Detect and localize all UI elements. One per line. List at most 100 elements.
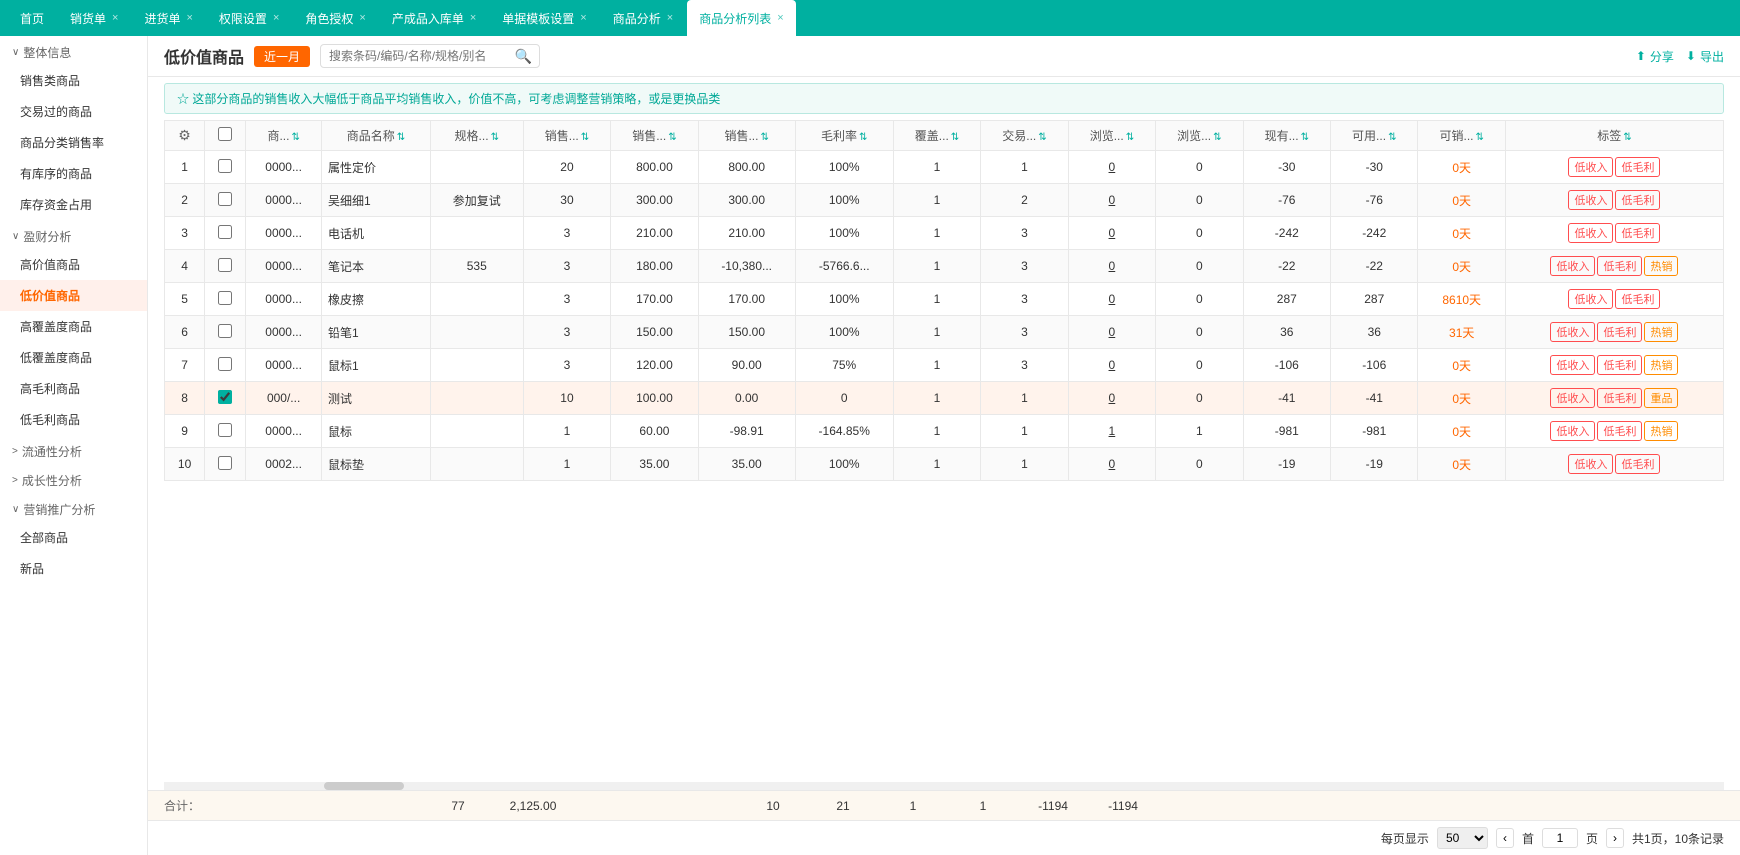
col-available[interactable]: 可用...⇅ [1331,121,1418,151]
view-link[interactable]: 0 [1109,292,1116,306]
next-page-button[interactable]: › [1606,828,1624,848]
close-icon[interactable]: × [580,12,586,24]
close-icon[interactable]: × [359,12,365,24]
row-checkbox-cell[interactable] [205,382,246,415]
sidebar-item-high-coverage[interactable]: 高覆盖度商品 [0,311,147,342]
share-button[interactable]: ⬆ 分享 [1636,48,1674,65]
view-link[interactable]: 0 [1109,391,1116,405]
sidebar-item-high-margin[interactable]: 高毛利商品 [0,373,147,404]
row-checkbox-cell[interactable] [205,151,246,184]
col-gross-rate[interactable]: 毛利率⇅ [795,121,893,151]
row-checkbox[interactable] [218,456,232,470]
row-checkbox-cell[interactable] [205,184,246,217]
view-link[interactable]: 1 [1109,424,1116,438]
col-gear[interactable]: ⚙ [165,121,205,151]
close-icon[interactable]: × [667,12,673,24]
col-trade[interactable]: 交易...⇅ [981,121,1068,151]
sidebar-item-inventory-capital[interactable]: 库存资金占用 [0,189,147,220]
close-icon[interactable]: × [112,12,118,24]
sidebar-group-marketing[interactable]: ∨ 营销推广分析 [0,493,147,522]
row-checkbox[interactable] [218,225,232,239]
first-page-button[interactable]: ‹ [1496,828,1514,848]
row-view1[interactable]: 1 [1068,415,1155,448]
nav-analysis[interactable]: 商品分析 × [601,0,685,36]
row-view1[interactable]: 0 [1068,349,1155,382]
col-view2[interactable]: 浏览...⇅ [1156,121,1243,151]
close-icon[interactable]: × [777,12,783,24]
nav-purchase[interactable]: 进货单 × [132,0,204,36]
page-number-input[interactable] [1542,828,1578,848]
row-checkbox-cell[interactable] [205,349,246,382]
col-sales-qty[interactable]: 销售...⇅ [523,121,610,151]
scrollbar-thumb[interactable] [324,782,404,790]
sidebar-item-low-margin[interactable]: 低毛利商品 [0,404,147,435]
nav-analysis-list[interactable]: 商品分析列表 × [687,0,795,36]
row-checkbox[interactable] [218,423,232,437]
col-sellable[interactable]: 可销...⇅ [1418,121,1505,151]
sidebar-item-traded-products[interactable]: 交易过的商品 [0,96,147,127]
row-view1[interactable]: 0 [1068,151,1155,184]
row-view1[interactable]: 0 [1068,382,1155,415]
view-link[interactable]: 0 [1109,259,1116,273]
row-checkbox-cell[interactable] [205,217,246,250]
close-icon[interactable]: × [273,12,279,24]
view-link[interactable]: 0 [1109,226,1116,240]
col-coverage[interactable]: 覆盖...⇅ [893,121,980,151]
export-button[interactable]: ⬇ 导出 [1686,48,1724,65]
nav-sales[interactable]: 销货单 × [58,0,130,36]
horizontal-scrollbar[interactable] [164,782,1724,790]
search-icon[interactable]: 🔍 [515,48,532,65]
row-checkbox-cell[interactable] [205,250,246,283]
col-name[interactable]: 商品名称⇅ [322,121,431,151]
sidebar-group-overview[interactable]: ∨ 整体信息 [0,36,147,65]
row-checkbox[interactable] [218,159,232,173]
view-link[interactable]: 0 [1109,160,1116,174]
sidebar-item-new-products[interactable]: 新品 [0,553,147,584]
sidebar-item-stocked[interactable]: 有库序的商品 [0,158,147,189]
sidebar-item-sales-products[interactable]: 销售类商品 [0,65,147,96]
select-all-checkbox[interactable] [218,127,232,141]
row-checkbox[interactable] [218,291,232,305]
row-checkbox[interactable] [218,390,232,404]
row-checkbox-cell[interactable] [205,448,246,481]
page-size-select[interactable]: 50 100 200 [1437,827,1488,849]
sidebar-group-finance[interactable]: ∨ 盈财分析 [0,220,147,249]
col-current[interactable]: 现有...⇅ [1243,121,1330,151]
sidebar-item-high-value[interactable]: 高价值商品 [0,249,147,280]
row-view1[interactable]: 0 [1068,250,1155,283]
nav-template[interactable]: 单据模板设置 × [490,0,598,36]
col-sales-amount[interactable]: 销售...⇅ [698,121,795,151]
row-view1[interactable]: 0 [1068,217,1155,250]
sidebar-item-low-value[interactable]: 低价值商品 [0,280,147,311]
row-checkbox[interactable] [218,192,232,206]
table-wrap[interactable]: ⚙ 商...⇅ 商品名称⇅ 规格...⇅ 销售...⇅ 销售...⇅ 销售...… [148,120,1740,782]
nav-home[interactable]: 首页 [8,0,56,36]
col-tags[interactable]: 标签⇅ [1505,121,1723,151]
search-input[interactable] [320,44,540,68]
gear-icon[interactable]: ⚙ [178,127,191,143]
sidebar-item-all-products[interactable]: 全部商品 [0,522,147,553]
sidebar-item-low-coverage[interactable]: 低覆盖度商品 [0,342,147,373]
row-checkbox[interactable] [218,258,232,272]
col-spec[interactable]: 规格...⇅ [430,121,523,151]
row-checkbox-cell[interactable] [205,283,246,316]
close-icon[interactable]: × [470,12,476,24]
sidebar-group-growth[interactable]: > 成长性分析 [0,464,147,493]
close-icon[interactable]: × [186,12,192,24]
row-checkbox-cell[interactable] [205,415,246,448]
view-link[interactable]: 0 [1109,193,1116,207]
view-link[interactable]: 0 [1109,457,1116,471]
col-code[interactable]: 商...⇅ [246,121,322,151]
col-sales-price[interactable]: 销售...⇅ [611,121,698,151]
col-check[interactable] [205,121,246,151]
row-checkbox[interactable] [218,324,232,338]
row-view1[interactable]: 0 [1068,448,1155,481]
col-view1[interactable]: 浏览...⇅ [1068,121,1155,151]
row-checkbox-cell[interactable] [205,316,246,349]
view-link[interactable]: 0 [1109,325,1116,339]
row-checkbox[interactable] [218,357,232,371]
row-view1[interactable]: 0 [1068,283,1155,316]
nav-product[interactable]: 产成品入库单 × [380,0,488,36]
nav-role[interactable]: 角色授权 × [293,0,377,36]
sidebar-item-category-rate[interactable]: 商品分类销售率 [0,127,147,158]
